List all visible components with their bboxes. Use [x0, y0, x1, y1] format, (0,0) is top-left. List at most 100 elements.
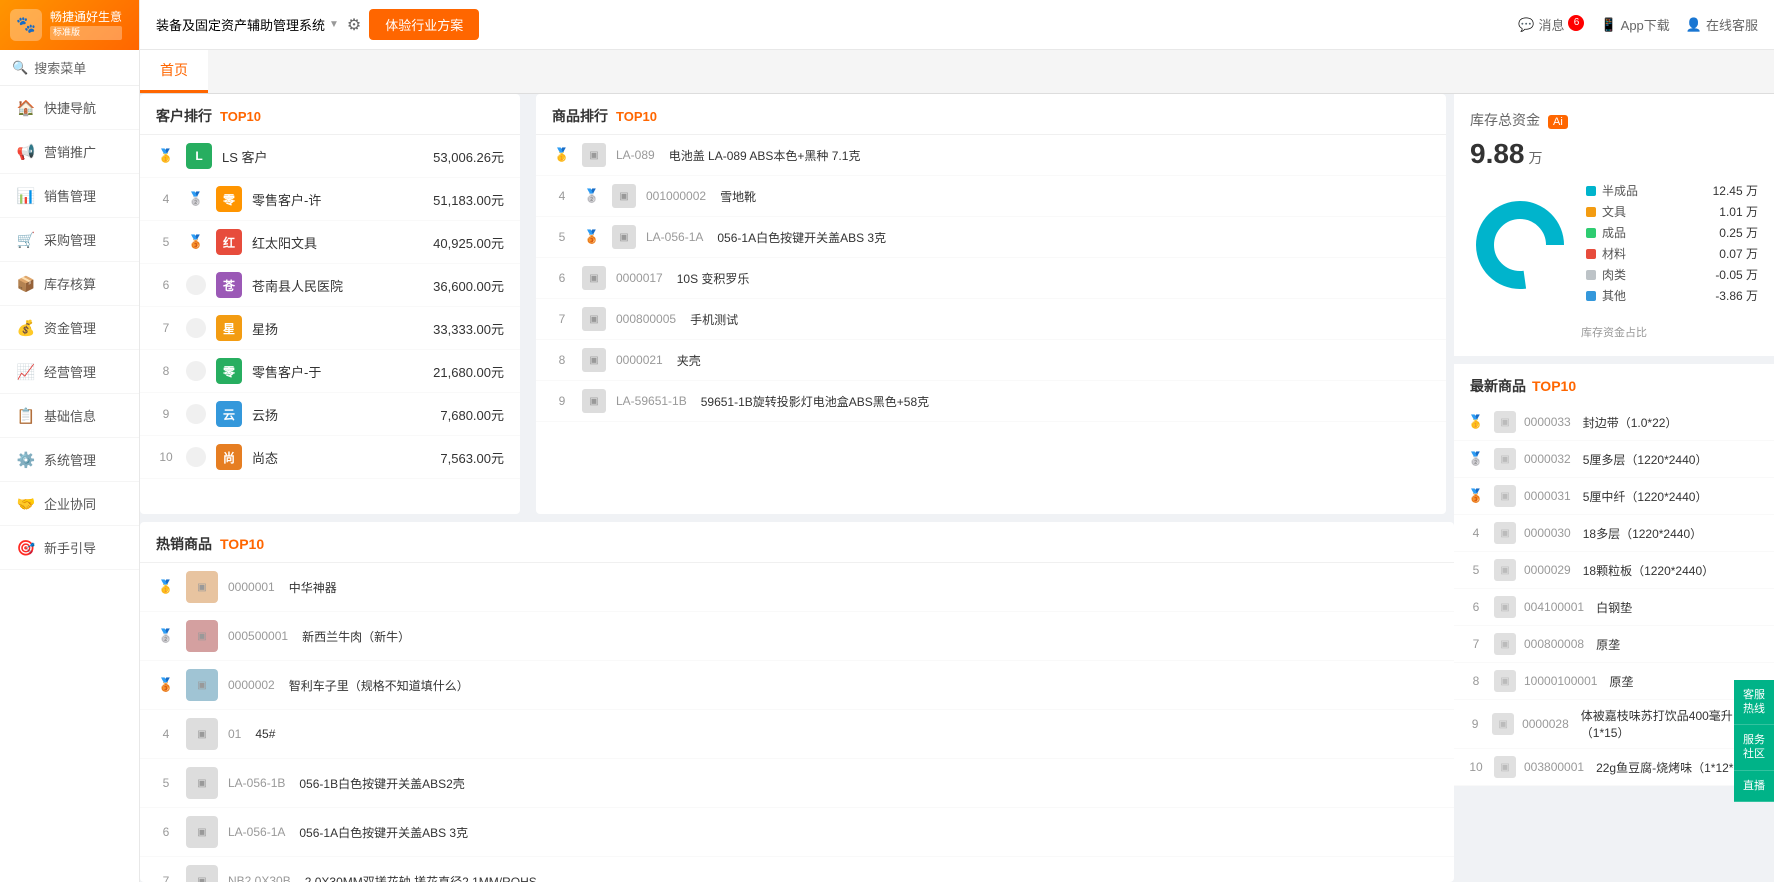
product-code: 004100001: [1524, 600, 1584, 614]
product-name: 056-1A白色按键开关盖ABS 3克: [299, 824, 468, 841]
legend-dot: [1586, 291, 1596, 301]
upper-panels: 客户排行 TOP10 🥇 L LS 客户 53,006.26元 4 🥈: [140, 94, 1454, 514]
sidebar-item-purchase[interactable]: 🛒 采购管理: [0, 218, 139, 262]
product-code: LA-089: [616, 148, 655, 162]
new-product-image: ▣: [1494, 596, 1516, 618]
hot-products-panel: 热销商品 TOP10 🥇 ▣ 0000001 中华神器 🥈 ▣: [140, 522, 1454, 882]
customer-name: 红太阳文具: [252, 233, 423, 252]
medal-silver-icon: 🥈: [156, 626, 176, 646]
product-name: 056-1B白色按键开关盖ABS2壳: [299, 775, 464, 792]
page-body: 客户排行 TOP10 🥇 L LS 客户 53,006.26元 4 🥈: [140, 94, 1774, 882]
product-name: 封边带（1.0*22）: [1583, 414, 1678, 431]
message-label: 消息: [1538, 15, 1564, 34]
new-product-item: 9 ▣ 0000028 体被嘉枝味苏打饮品400毫升（1*15）: [1454, 700, 1774, 749]
sidebar-item-marketing[interactable]: 📢 营销推广: [0, 130, 139, 174]
inventory-badge: Ai: [1548, 115, 1568, 129]
legend-value: 12.45 万: [1713, 182, 1758, 199]
avatar: 零: [216, 358, 242, 384]
middle-section: 客户排行 TOP10 🥇 L LS 客户 53,006.26元 4 🥈: [140, 94, 1454, 882]
product-image: ▣: [612, 184, 636, 208]
phone-icon: 📱: [1600, 17, 1616, 33]
product-name: 10S 变积罗乐: [677, 270, 750, 287]
system-title-dropdown[interactable]: 装备及固定资产辅助管理系统 ▼: [156, 15, 339, 34]
product-name: 18颗粒板（1220*2440）: [1583, 562, 1714, 579]
message-icon: 💬: [1518, 17, 1534, 33]
hot-product-item: 🥇 ▣ 0000001 中华神器: [140, 563, 1454, 612]
sidebar-item-label: 库存核算: [44, 274, 96, 293]
search-icon: 🔍: [12, 60, 28, 76]
product-name: 原垄: [1596, 636, 1620, 653]
new-product-item: 5 ▣ 0000029 18颗粒板（1220*2440）: [1454, 552, 1774, 589]
product-ranking-list: 🥇 ▣ LA-089 电池盖 LA-089 ABS本色+黑种 7.1克 4 🥈 …: [536, 135, 1446, 514]
customer-name: 苍南县人民医院: [252, 276, 423, 295]
sidebar-item-system[interactable]: ⚙️ 系统管理: [0, 438, 139, 482]
sidebar-item-inventory[interactable]: 📦 库存核算: [0, 262, 139, 306]
medal-bronze-icon: 🥉: [156, 675, 176, 695]
finance-icon: 💰: [16, 319, 36, 337]
customer-rank-item: 9 云 云扬 7,680.00元: [140, 393, 520, 436]
customer-name: 零售客户-于: [252, 362, 423, 381]
medal-silver-icon: 🥈: [186, 189, 206, 209]
customer-name: 云扬: [252, 405, 430, 424]
live-button[interactable]: 直播: [1734, 771, 1774, 802]
product-name: 中华神器: [289, 579, 337, 596]
new-product-item: 7 ▣ 000800008 原垄: [1454, 626, 1774, 663]
customer-rank-item: 6 苍 苍南县人民医院 36,600.00元: [140, 264, 520, 307]
tab-home[interactable]: 首页: [140, 50, 208, 93]
sidebar-item-basic-info[interactable]: 📋 基础信息: [0, 394, 139, 438]
product-rank-item: 8 ▣ 0000021 夹壳: [536, 340, 1446, 381]
hot-product-image: ▣: [186, 571, 218, 603]
hot-product-image: ▣: [186, 767, 218, 799]
product-name: 59651-1B旋转投影灯电池盒ABS黑色+58克: [701, 393, 929, 410]
hot-product-item: 7 ▣ NB2.0X30B 2.0X30MM双搓花轴.搓花直径2.1MM/ROH…: [140, 857, 1454, 882]
inventory-amount: 9.88: [1470, 138, 1525, 170]
online-service-button[interactable]: 👤 在线客服: [1686, 15, 1758, 34]
legend-item: 文具 1.01 万: [1586, 203, 1758, 220]
sidebar-item-quick-nav[interactable]: 🏠 快捷导航: [0, 86, 139, 130]
message-button[interactable]: 💬 消息 6: [1518, 15, 1584, 34]
new-product-image: ▣: [1494, 670, 1516, 692]
inventory-title: 库存总资金: [1470, 110, 1540, 130]
avatar: 苍: [216, 272, 242, 298]
customer-name: 星扬: [252, 319, 423, 338]
product-code: 0000033: [1524, 415, 1571, 429]
product-code: 0000031: [1524, 489, 1571, 503]
product-code: NB2.0X30B: [228, 874, 291, 882]
enterprise-icon: 🤝: [16, 495, 36, 513]
product-ranking-title: 商品排行: [552, 106, 608, 126]
sidebar-item-label: 基础信息: [44, 406, 96, 425]
app-download-button[interactable]: 📱 App下载: [1600, 15, 1669, 34]
new-product-item: 🥉 ▣ 0000031 5厘中纤（1220*2440）: [1454, 478, 1774, 515]
legend-item: 材料 0.07 万: [1586, 245, 1758, 262]
sidebar-item-sales[interactable]: 📊 销售管理: [0, 174, 139, 218]
experience-plan-button[interactable]: 体验行业方案: [369, 9, 479, 40]
product-name: 夹壳: [677, 352, 701, 369]
product-code: 001000002: [646, 189, 706, 203]
new-product-image: ▣: [1494, 559, 1516, 581]
customer-name: 尚态: [252, 448, 430, 467]
new-product-image: ▣: [1494, 485, 1516, 507]
legend-name: 材料: [1602, 245, 1713, 262]
operations-icon: 📈: [16, 363, 36, 381]
new-products-header: 最新商品 TOP10: [1454, 364, 1774, 404]
message-badge: 6: [1568, 15, 1584, 31]
header-left: 装备及固定资产辅助管理系统 ▼ ⚙ 体验行业方案: [156, 9, 479, 40]
sidebar-item-guide[interactable]: 🎯 新手引导: [0, 526, 139, 570]
sidebar-item-label: 销售管理: [44, 186, 96, 205]
sidebar-item-finance[interactable]: 💰 资金管理: [0, 306, 139, 350]
gear-icon[interactable]: ⚙: [347, 15, 361, 35]
service-label: 在线客服: [1706, 15, 1758, 34]
medal-silver-icon: 🥈: [582, 186, 602, 206]
sidebar-search[interactable]: 🔍 搜索菜单: [0, 50, 139, 86]
product-code: 0000028: [1522, 717, 1569, 731]
legend-dot: [1586, 228, 1596, 238]
product-code: LA-056-1A: [228, 825, 285, 839]
medal-bronze-icon: 🥉: [186, 232, 206, 252]
sidebar-item-enterprise[interactable]: 🤝 企业协同: [0, 482, 139, 526]
product-code: 0000002: [228, 678, 275, 692]
product-code: 0000030: [1524, 526, 1571, 540]
customer-name: LS 客户: [222, 147, 423, 166]
service-community-button[interactable]: 服务 社区: [1734, 725, 1774, 771]
sidebar-item-operations[interactable]: 📈 经营管理: [0, 350, 139, 394]
customer-service-button[interactable]: 客服 热线: [1734, 680, 1774, 726]
